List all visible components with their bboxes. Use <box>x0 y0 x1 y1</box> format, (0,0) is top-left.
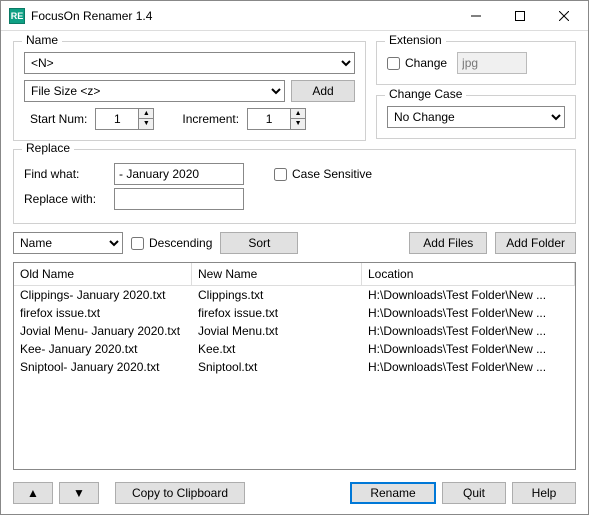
replace-groupbox: Replace Find what: Case Sensitive Replac… <box>13 149 576 224</box>
start-num-label: Start Num: <box>30 112 87 126</box>
cell-old-name: Kee- January 2020.txt <box>14 340 192 358</box>
copy-clipboard-button[interactable]: Copy to Clipboard <box>115 482 245 504</box>
table-row[interactable]: firefox issue.txtfirefox issue.txtH:\Dow… <box>14 304 575 322</box>
increment-down-icon[interactable]: ▼ <box>291 119 305 129</box>
extension-group-title: Extension <box>385 33 446 47</box>
col-header-location[interactable]: Location <box>362 263 575 285</box>
maximize-button[interactable] <box>498 2 542 30</box>
descending-checkbox-wrap[interactable]: Descending <box>131 236 212 250</box>
extension-groupbox: Extension Change <box>376 41 576 85</box>
cell-location: H:\Downloads\Test Folder\New ... <box>362 304 575 322</box>
cell-new-name: Sniptool.txt <box>192 358 362 376</box>
app-icon: RE <box>9 8 25 24</box>
name-group-title: Name <box>22 33 62 47</box>
replace-group-title: Replace <box>22 141 74 155</box>
start-num-up-icon[interactable]: ▲ <box>139 109 153 119</box>
cell-old-name: Clippings- January 2020.txt <box>14 286 192 304</box>
change-case-select[interactable]: No Change <box>387 106 565 128</box>
start-num-input[interactable] <box>95 108 139 130</box>
close-button[interactable] <box>542 2 586 30</box>
col-header-old-name[interactable]: Old Name <box>14 263 192 285</box>
case-sensitive-label: Case Sensitive <box>292 167 372 181</box>
change-ext-checkbox[interactable] <box>387 57 400 70</box>
col-header-new-name[interactable]: New Name <box>192 263 362 285</box>
descending-label: Descending <box>149 236 212 250</box>
extension-input[interactable] <box>457 52 527 74</box>
cell-location: H:\Downloads\Test Folder\New ... <box>362 358 575 376</box>
cell-new-name: Clippings.txt <box>192 286 362 304</box>
case-sensitive-checkbox[interactable] <box>274 168 287 181</box>
arrow-up-icon: ▲ <box>27 486 39 500</box>
table-row[interactable]: Sniptool- January 2020.txtSniptool.txtH:… <box>14 358 575 376</box>
help-button[interactable]: Help <box>512 482 576 504</box>
move-up-button[interactable]: ▲ <box>13 482 53 504</box>
minimize-button[interactable] <box>454 2 498 30</box>
find-what-label: Find what: <box>24 167 104 181</box>
cell-old-name: firefox issue.txt <box>14 304 192 322</box>
move-down-button[interactable]: ▼ <box>59 482 99 504</box>
find-what-input[interactable] <box>114 163 244 185</box>
sort-button[interactable]: Sort <box>220 232 298 254</box>
increment-input[interactable] <box>247 108 291 130</box>
cell-location: H:\Downloads\Test Folder\New ... <box>362 322 575 340</box>
cell-old-name: Jovial Menu- January 2020.txt <box>14 322 192 340</box>
increment-up-icon[interactable]: ▲ <box>291 109 305 119</box>
add-folder-button[interactable]: Add Folder <box>495 232 576 254</box>
replace-with-input[interactable] <box>114 188 244 210</box>
quit-button[interactable]: Quit <box>442 482 506 504</box>
case-sensitive-checkbox-wrap[interactable]: Case Sensitive <box>274 167 372 181</box>
title-bar: RE FocusOn Renamer 1.4 <box>1 1 588 31</box>
change-ext-checkbox-wrap[interactable]: Change <box>387 56 447 70</box>
cell-old-name: Sniptool- January 2020.txt <box>14 358 192 376</box>
change-ext-label: Change <box>405 56 447 70</box>
cell-location: H:\Downloads\Test Folder\New ... <box>362 340 575 358</box>
change-case-title: Change Case <box>385 87 466 101</box>
cell-new-name: firefox issue.txt <box>192 304 362 322</box>
add-files-button[interactable]: Add Files <box>409 232 487 254</box>
cell-new-name: Kee.txt <box>192 340 362 358</box>
rename-button[interactable]: Rename <box>350 482 436 504</box>
start-num-down-icon[interactable]: ▼ <box>139 119 153 129</box>
replace-with-label: Replace with: <box>24 192 104 206</box>
table-row[interactable]: Jovial Menu- January 2020.txtJovial Menu… <box>14 322 575 340</box>
name-groupbox: Name <N> File Size <z> Add Start Num: ▲ <box>13 41 366 141</box>
criteria-select[interactable]: File Size <z> <box>24 80 285 102</box>
add-criteria-button[interactable]: Add <box>291 80 355 102</box>
cell-location: H:\Downloads\Test Folder\New ... <box>362 286 575 304</box>
arrow-down-icon: ▼ <box>73 486 85 500</box>
sort-by-select[interactable]: Name <box>13 232 123 254</box>
table-row[interactable]: Clippings- January 2020.txtClippings.txt… <box>14 286 575 304</box>
change-case-groupbox: Change Case No Change <box>376 95 576 139</box>
increment-label: Increment: <box>182 112 239 126</box>
listview-header: Old Name New Name Location <box>14 263 575 286</box>
name-pattern-select[interactable]: <N> <box>24 52 355 74</box>
cell-new-name: Jovial Menu.txt <box>192 322 362 340</box>
descending-checkbox[interactable] <box>131 237 144 250</box>
file-listview[interactable]: Old Name New Name Location Clippings- Ja… <box>13 262 576 470</box>
table-row[interactable]: Kee- January 2020.txtKee.txtH:\Downloads… <box>14 340 575 358</box>
window-title: FocusOn Renamer 1.4 <box>31 9 454 23</box>
